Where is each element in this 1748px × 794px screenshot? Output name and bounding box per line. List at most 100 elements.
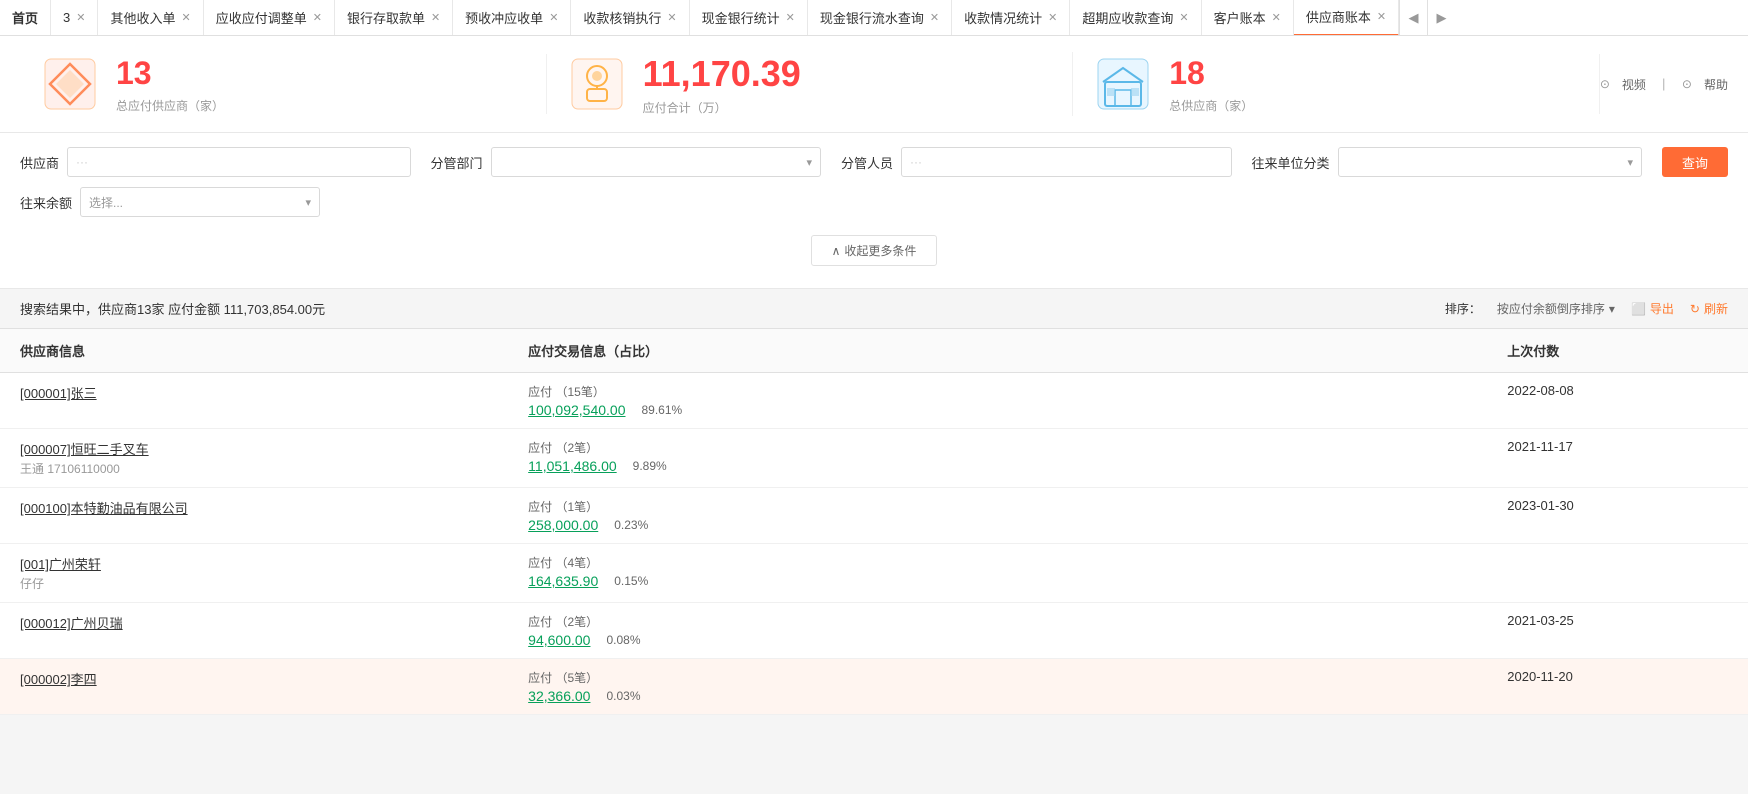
supplier-link[interactable]: [000012]广州贝瑞 [20, 616, 123, 631]
help-icon: ⊙ [1682, 77, 1692, 91]
balance-select[interactable]: 选择... ▾ [80, 187, 320, 217]
tx-amount-link[interactable]: 258,000.00 [528, 517, 598, 533]
tx-percent: 0.08% [606, 633, 640, 647]
nav-tab-prepay-label: 预收冲应收单 [465, 8, 543, 27]
close-icon[interactable]: ✕ [786, 11, 795, 24]
table-row: [001]广州荣轩仔仔应付 （4笔）164,635.900.15% [0, 544, 1748, 603]
close-icon[interactable]: ✕ [181, 11, 190, 24]
close-icon[interactable]: ✕ [76, 11, 85, 24]
close-icon[interactable]: ✕ [1179, 11, 1188, 24]
tx-amount-link[interactable]: 94,600.00 [528, 632, 590, 648]
dept-select[interactable]: ▾ [491, 147, 821, 177]
transaction-cell: 应付 （2笔）11,051,486.009.89% [508, 429, 1487, 488]
nav-tab-bank-deposit-label: 银行存取款单 [347, 8, 425, 27]
nav-tab-collection[interactable]: 收款核销执行 ✕ [571, 0, 689, 36]
tx-amount-link[interactable]: 11,051,486.00 [528, 458, 617, 474]
person-input[interactable]: ··· [901, 147, 1231, 177]
sort-label: 排序： [1445, 300, 1481, 317]
chevron-down-icon: ▾ [806, 156, 812, 169]
table-row: [000001]张三应付 （15笔）100,092,540.0089.61%20… [0, 373, 1748, 429]
video-link[interactable]: 视频 [1622, 76, 1646, 93]
nav-tab-other-income[interactable]: 其他收入单 ✕ [98, 0, 203, 36]
payable-total-amount: 11,170.39 [643, 52, 1053, 95]
supplier-link[interactable]: [000001]张三 [20, 386, 97, 401]
table-header-row: 供应商信息 应付交易信息（占比） 上次付数 [0, 329, 1748, 373]
close-icon[interactable]: ✕ [667, 11, 676, 24]
nav-tab-collection-stat[interactable]: 收款情况统计 ✕ [952, 0, 1070, 36]
close-icon[interactable]: ✕ [1377, 10, 1386, 23]
transaction-cell: 应付 （1笔）258,000.000.23% [508, 488, 1487, 544]
supplier-link[interactable]: [001]广州荣轩 [20, 557, 101, 572]
refresh-icon: ↻ [1690, 302, 1700, 316]
transaction-cell: 应付 （2笔） 94,600.00 0.08% [508, 603, 1487, 659]
tx-type-label: 应付 （2笔） [528, 441, 598, 455]
nav-tab-3[interactable]: 3 ✕ [51, 0, 98, 36]
nav-tab-cash-bank-stat[interactable]: 现金银行统计 ✕ [690, 0, 808, 36]
close-icon[interactable]: ✕ [313, 11, 322, 24]
col-header-transaction: 应付交易信息（占比） [508, 329, 1487, 373]
nav-scroll-left[interactable]: ◀ [1399, 0, 1427, 36]
nav-tab-home-label: 首页 [12, 8, 38, 27]
supplier-info-cell: [000002]李四 [0, 659, 508, 715]
nav-tab-prepay[interactable]: 预收冲应收单 ✕ [453, 0, 571, 36]
close-icon[interactable]: ✕ [930, 11, 939, 24]
balance-label: 往来余额 [20, 193, 72, 212]
help-link[interactable]: 帮助 [1704, 76, 1728, 93]
sort-select[interactable]: 按应付余额倒序排序 ▾ [1497, 300, 1615, 317]
nav-tab-cash-bank-flow[interactable]: 现金银行流水查询 ✕ [808, 0, 952, 36]
supplier-info-cell: [000001]张三 [0, 373, 508, 429]
chevron-up-icon: ∧ [832, 244, 841, 258]
refresh-button[interactable]: ↻ 刷新 [1690, 300, 1728, 317]
filter-unit-category: 往来单位分类 ▾ [1252, 147, 1643, 177]
tx-amount-link[interactable]: 100,092,540.00 [528, 402, 625, 418]
export-button[interactable]: ⬜ 导出 [1631, 300, 1674, 317]
refresh-label: 刷新 [1704, 300, 1728, 317]
export-icon: ⬜ [1631, 302, 1646, 316]
tx-type-label: 应付 （2笔） [528, 615, 598, 629]
nav-tab-customer-ledger[interactable]: 客户账本 ✕ [1202, 0, 1294, 36]
result-actions: 排序： 按应付余额倒序排序 ▾ ⬜ 导出 ↻ 刷新 [1445, 300, 1728, 317]
transaction-cell: 应付 （15笔）100,092,540.0089.61% [508, 373, 1487, 429]
close-icon[interactable]: ✕ [1048, 11, 1057, 24]
close-icon[interactable]: ✕ [1272, 11, 1281, 24]
supplier-link[interactable]: [000002]李四 [20, 672, 97, 687]
table-section: 供应商信息 应付交易信息（占比） 上次付数 [000001]张三 应付 （15笔）… [0, 329, 1748, 715]
supplier-link[interactable]: [000007]恒旺二手叉车 [20, 442, 149, 457]
table-row: [000100]本特勤油品有限公司 应付 （1笔）258,000.000.23%2… [0, 488, 1748, 544]
supplier-link[interactable]: [000100]本特勤油品有限公司 [20, 501, 188, 516]
chevron-down-icon: ▾ [1609, 302, 1615, 316]
summary-section: 13 总应付供应商（家） 11,170.39 应付合计（万） [0, 36, 1748, 133]
table-row: [000012]广州贝瑞应付 （2笔）94,600.000.08%2021-03… [0, 603, 1748, 659]
nav-tab-bank-deposit[interactable]: 银行存取款单 ✕ [335, 0, 453, 36]
nav-tab-supplier-ledger-label: 供应商账本 [1306, 7, 1371, 26]
supplier-label: 供应商 [20, 153, 59, 172]
close-icon[interactable]: ✕ [549, 11, 558, 24]
nav-scroll-right[interactable]: ▶ [1427, 0, 1455, 36]
supplier-input[interactable]: ··· [67, 147, 410, 177]
search-button[interactable]: 查询 [1662, 147, 1728, 177]
person-placeholder: ··· [910, 155, 922, 169]
tx-amount-link[interactable]: 164,635.90 [528, 573, 598, 589]
tx-type-label: 应付 （5笔） [528, 671, 598, 685]
tx-amount-link[interactable]: 32,366.00 [528, 688, 590, 704]
nav-tab-home[interactable]: 首页 [0, 0, 51, 36]
collapse-button[interactable]: ∧ 收起更多条件 [811, 235, 938, 266]
nav-tab-supplier-ledger[interactable]: 供应商账本 ✕ [1294, 0, 1399, 36]
filter-supplier: 供应商 ··· [20, 147, 411, 177]
col-header-last-payment: 上次付数 [1487, 329, 1748, 373]
last-payment-cell: 2021-11-17 [1487, 429, 1748, 488]
unit-category-select[interactable]: ▾ [1338, 147, 1642, 177]
summary-card-payable-total: 11,170.39 应付合计（万） [547, 52, 1074, 116]
total-suppliers-count: 18 [1169, 54, 1579, 92]
tx-label-row: 应付 （15笔） [528, 383, 1467, 400]
nav-tab-adjustment[interactable]: 应收应付调整单 ✕ [204, 0, 335, 36]
result-bar: 搜索结果中，供应商13家 应付金额 111,703,854.00元 排序： 按应… [0, 289, 1748, 329]
supplier-table: 供应商信息 应付交易信息（占比） 上次付数 [000001]张三 应付 （15笔）… [0, 329, 1748, 715]
person-label: 分管人员 [841, 153, 893, 172]
filter-dept: 分管部门 ▾ [431, 147, 822, 177]
supplier-info-cell: [000100]本特勤油品有限公司 [0, 488, 508, 544]
shop-icon [1093, 54, 1153, 114]
close-icon[interactable]: ✕ [431, 11, 440, 24]
supplier-info-cell: [001]广州荣轩仔仔 [0, 544, 508, 603]
nav-tab-overdue[interactable]: 超期应收款查询 ✕ [1070, 0, 1201, 36]
